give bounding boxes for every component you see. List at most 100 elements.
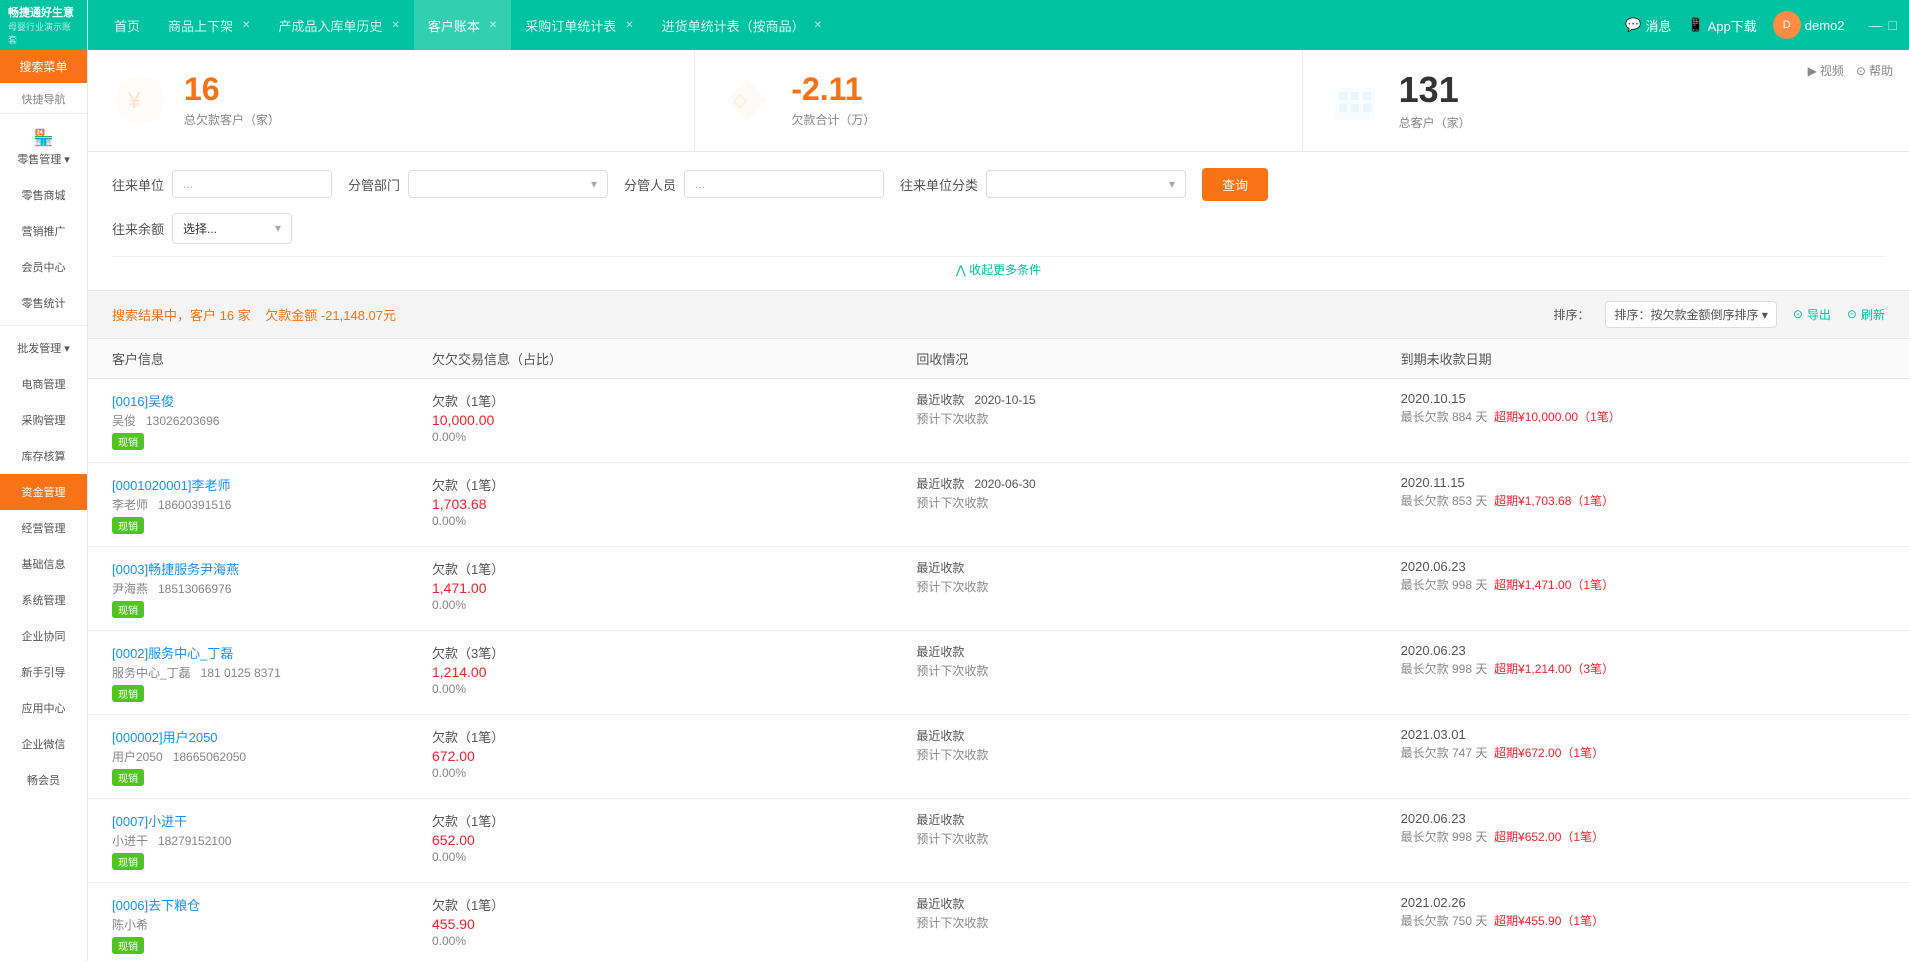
window-controls: — □: [1869, 17, 1897, 33]
source-unit-input[interactable]: ...: [172, 170, 332, 198]
tab-purchase-order-stats[interactable]: 采购订单统计表 ✕: [511, 0, 647, 50]
overdue-link-5[interactable]: 超期¥672.00（1笔）: [1494, 746, 1604, 760]
video-btn[interactable]: ▶ 视频: [1808, 62, 1844, 79]
overdue-link-3[interactable]: 超期¥1,471.00（1笔）: [1494, 578, 1614, 592]
help-icon: ⊙: [1856, 64, 1866, 78]
sidebar-item-retail-stats[interactable]: 零售统计: [0, 285, 87, 321]
tab-customer-account[interactable]: 客户账本 ✕: [414, 0, 511, 50]
dept-arrow: ▾: [591, 177, 597, 191]
customer-link-6[interactable]: [0007]小进干: [112, 814, 187, 829]
customer-tag-6: 现销: [112, 853, 144, 870]
overdue-link-4[interactable]: 超期¥1,214.00（3笔）: [1494, 662, 1614, 676]
sidebar-item-app-center[interactable]: 应用中心: [0, 690, 87, 726]
overdue-link-1[interactable]: 超期¥10,000.00（1笔）: [1494, 410, 1621, 424]
customer-link-5[interactable]: [000002]用户2050: [112, 730, 218, 745]
sort-arrow-icon: ▾: [1762, 308, 1768, 322]
sidebar-item-ecom-mgmt[interactable]: 电商管理: [0, 366, 87, 402]
customer-link-2[interactable]: [0001020001]李老师: [112, 478, 231, 493]
sidebar-item-finance-mgmt[interactable]: 资金管理: [0, 474, 87, 510]
sidebar-item-sys-mgmt[interactable]: 系统管理: [0, 582, 87, 618]
stat-icon-1: ¥: [112, 72, 168, 128]
tab-home[interactable]: 首页: [100, 0, 154, 50]
sidebar-item-purchase-mgmt[interactable]: 采购管理: [0, 402, 87, 438]
retail-mgmt-icon: 🏪: [34, 128, 54, 148]
sidebar-item-batch-mgmt[interactable]: 批发管理 ▾: [0, 330, 87, 366]
sidebar-item-inventory[interactable]: 库存核算: [0, 438, 87, 474]
user-avatar: D: [1773, 11, 1801, 39]
collapse-more-btn[interactable]: ⋀ 收起更多条件: [112, 256, 1885, 282]
customer-link-1[interactable]: [0016]吴俊: [112, 394, 174, 409]
sidebar-item-basic-info[interactable]: 基础信息: [0, 546, 87, 582]
debt-customer-number: 16: [184, 72, 670, 107]
close-inbound-stats[interactable]: ✕: [814, 20, 822, 31]
sidebar-item-ops-mgmt[interactable]: 经营管理: [0, 510, 87, 546]
debt-cell-5: 欠款（1笔） 672.00 0.00%: [432, 727, 916, 780]
app-subtitle: 母婴行业演示账套: [8, 20, 79, 46]
filter-unit-category: 往来单位分类 ▾: [900, 170, 1186, 198]
sidebar-item-new-guide[interactable]: 新手引导: [0, 654, 87, 690]
balance-value: 选择...: [183, 220, 217, 237]
svg-text:¥: ¥: [127, 88, 141, 113]
sidebar-item-retail-mgmt[interactable]: 🏪 零售管理 ▾: [0, 118, 87, 177]
customer-phone-3: 尹海燕 18513066976: [112, 580, 432, 597]
due-cell-5: 2021.03.01 最长欠款 747 天 超期¥672.00（1笔）: [1401, 727, 1885, 761]
balance-arrow: ▾: [275, 221, 281, 235]
col-due-date: 到期未收款日期: [1401, 349, 1885, 368]
unit-category-select[interactable]: ▾: [986, 170, 1186, 198]
customer-link-7[interactable]: [0006]去下粮仓: [112, 898, 200, 913]
overdue-link-2[interactable]: 超期¥1,703.68（1笔）: [1494, 494, 1614, 508]
sidebar-item-marketing[interactable]: 营销推广: [0, 213, 87, 249]
customer-tag-7: 现销: [112, 937, 144, 954]
logo-text: 畅捷通好生意: [8, 4, 79, 20]
sort-select[interactable]: 排序：按欠款金额倒序排序 ▾: [1605, 301, 1776, 328]
table-header: 客户信息 欠欠交易信息（占比） 回收情况 到期未收款日期: [88, 339, 1909, 379]
return-cell-7: 最近收款 预计下次收款: [916, 895, 1400, 931]
manager-value: ...: [695, 177, 705, 191]
dept-select[interactable]: ▾: [408, 170, 608, 198]
sidebar-item-enterprise-coop[interactable]: 企业协同: [0, 618, 87, 654]
export-btn[interactable]: ⊙ 导出: [1793, 306, 1831, 323]
sidebar-logo: 畅捷通好生意 母婴行业演示账套: [0, 0, 87, 50]
sidebar-item-member-vip[interactable]: 畅会员: [0, 762, 87, 798]
customer-link-4[interactable]: [0002]服务中心_丁磊: [112, 646, 233, 661]
col-customer-info: 客户信息: [112, 349, 432, 368]
debt-cell-1: 欠款（1笔） 10,000.00 0.00%: [432, 391, 916, 444]
app-download-btn[interactable]: 📱 App下载: [1687, 16, 1756, 35]
tab-product-onoff[interactable]: 商品上下架 ✕: [154, 0, 264, 50]
tab-product-inbound[interactable]: 产成品入库单历史 ✕: [264, 0, 413, 50]
search-menu-btn[interactable]: 搜索菜单: [0, 50, 87, 83]
maximize-btn[interactable]: □: [1889, 17, 1897, 33]
overdue-link-7[interactable]: 超期¥455.90（1笔）: [1494, 914, 1604, 928]
overdue-link-6[interactable]: 超期¥652.00（1笔）: [1494, 830, 1604, 844]
close-product-onoff[interactable]: ✕: [242, 20, 250, 31]
table-row: [0002]服务中心_丁磊 服务中心_丁磊 181 0125 8371 现销 欠…: [88, 631, 1909, 715]
message-btn[interactable]: 💬 消息: [1625, 16, 1671, 35]
dept-label: 分管部门: [348, 175, 400, 194]
customer-phone-5: 用户2050 18665062050: [112, 748, 432, 765]
unit-category-arrow: ▾: [1169, 177, 1175, 191]
customer-link-3[interactable]: [0003]畅捷服务尹海燕: [112, 562, 239, 577]
filter-manager: 分管人员 ...: [624, 170, 884, 198]
sidebar-item-retail-store[interactable]: 零售商城: [0, 177, 87, 213]
svg-text:◇: ◇: [733, 90, 747, 110]
col-debt-info: 欠欠交易信息（占比）: [432, 349, 916, 368]
minimize-btn[interactable]: —: [1869, 17, 1883, 33]
source-unit-value: ...: [183, 177, 193, 191]
user-menu-btn[interactable]: D demo2: [1773, 11, 1845, 39]
debt-cell-2: 欠款（1笔） 1,703.68 0.00%: [432, 475, 916, 528]
close-purchase-order-stats[interactable]: ✕: [625, 20, 633, 31]
balance-select[interactable]: 选择... ▾: [172, 213, 292, 244]
sidebar-item-member-center[interactable]: 会员中心: [0, 249, 87, 285]
col-return-info: 回收情况: [916, 349, 1400, 368]
filter-balance: 往来余额 选择... ▾: [112, 213, 292, 244]
tab-inbound-stats[interactable]: 进货单统计表（按商品） ✕: [648, 0, 836, 50]
sidebar-item-enterprise-wechat[interactable]: 企业微信: [0, 726, 87, 762]
manager-input[interactable]: ...: [684, 170, 884, 198]
help-btn[interactable]: ⊙ 帮助: [1856, 62, 1893, 79]
stat-icon-3: [1327, 72, 1383, 128]
refresh-btn[interactable]: ⊙ 刷新: [1847, 306, 1885, 323]
customer-phone-7: 陈小希: [112, 916, 432, 933]
close-customer-account[interactable]: ✕: [489, 20, 497, 31]
close-product-inbound[interactable]: ✕: [391, 20, 399, 31]
query-btn[interactable]: 查询: [1202, 168, 1268, 201]
